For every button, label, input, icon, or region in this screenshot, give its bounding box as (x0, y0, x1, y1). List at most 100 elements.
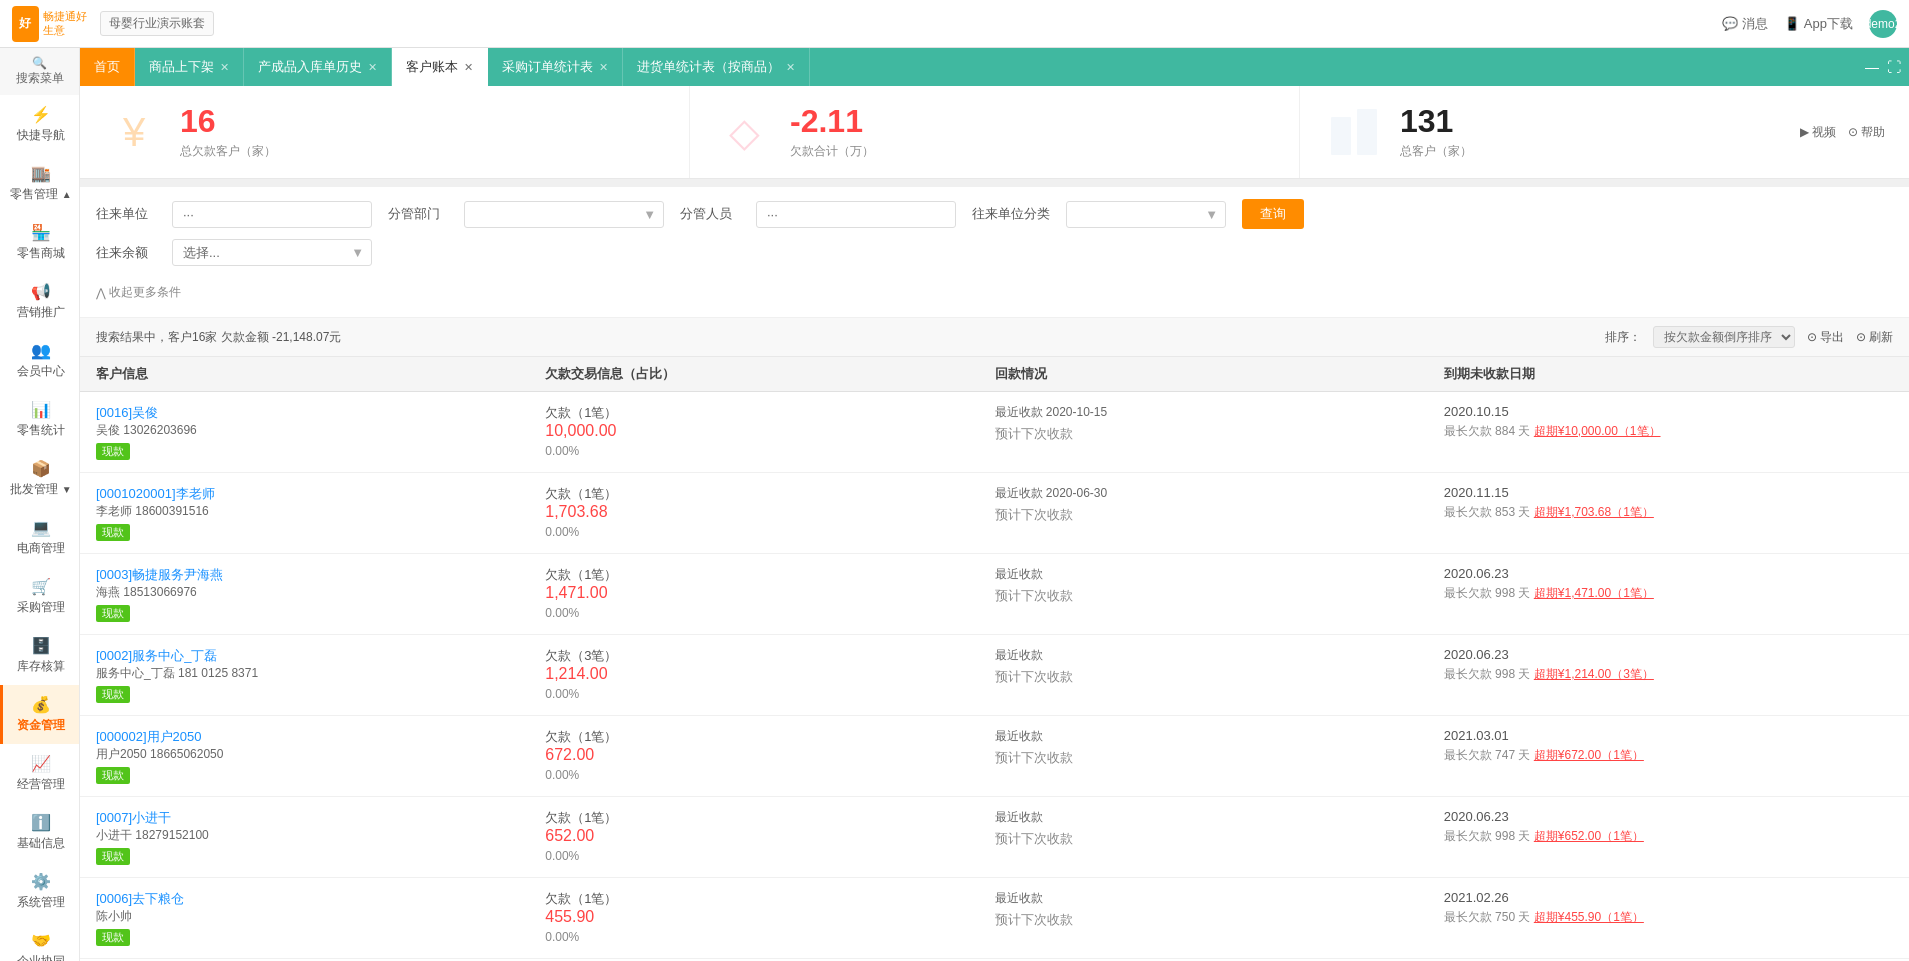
sidebar-item-retail-mall[interactable]: 🏪 零售商城 (0, 213, 79, 272)
overdue-link-3[interactable]: 超期¥1,214.00（3笔） (1534, 667, 1654, 681)
sidebar-item-purchase[interactable]: 🛒 采购管理 (0, 567, 79, 626)
marketing-icon: 📢 (7, 282, 75, 301)
tab-produce-history-close[interactable]: ✕ (368, 61, 377, 74)
next-payment-6: 预计下次收款 (995, 911, 1444, 929)
customer-name-6[interactable]: [0006]去下粮仓 (96, 890, 545, 908)
app-download-btn[interactable]: 📱 App下载 (1784, 15, 1853, 33)
search-icon: 🔍 (32, 56, 47, 70)
sort-select[interactable]: 按欠款金额倒序排序 (1653, 326, 1795, 348)
stat-card3-content: 131 总客户（家） (1400, 105, 1800, 160)
help-btn[interactable]: ⊙ 帮助 (1848, 124, 1885, 141)
col-header-due: 到期未收款日期 (1444, 365, 1893, 383)
sidebar-item-finance[interactable]: 💰 资金管理 (0, 685, 79, 744)
collapse-btn[interactable]: ⋀ 收起更多条件 (96, 280, 1893, 305)
stat-label-total: 总客户（家） (1400, 143, 1800, 160)
ecommerce-icon: 💻 (7, 518, 75, 537)
customer-name-1[interactable]: [0001020001]李老师 (96, 485, 545, 503)
sidebar-item-operation[interactable]: 📈 经营管理 (0, 744, 79, 803)
svg-rect-0 (1331, 117, 1351, 155)
unit-class-select[interactable] (1066, 201, 1226, 228)
tab-product-off[interactable]: 商品上下架 ✕ (135, 48, 244, 86)
person-input[interactable]: ··· (756, 201, 956, 228)
tab-customer-account-label: 客户账本 (406, 58, 458, 76)
last-payment-3: 最近收款 (995, 647, 1444, 664)
overdue-link-6[interactable]: 超期¥455.90（1笔） (1534, 910, 1644, 924)
export-label: 导出 (1820, 329, 1844, 346)
tabs-minimize-btn[interactable]: — (1865, 59, 1879, 75)
balance-select[interactable]: 选择... (172, 239, 372, 266)
overdue-link-4[interactable]: 超期¥672.00（1笔） (1534, 748, 1644, 762)
view-video-btn[interactable]: ▶ 视频 (1800, 124, 1836, 141)
owe-info-2: 欠款（1笔） 1,471.00 0.00% (545, 566, 994, 620)
tab-purchase-stat[interactable]: 采购订单统计表 ✕ (488, 48, 623, 86)
tab-customer-account[interactable]: 客户账本 ✕ (392, 48, 488, 86)
sidebar-purchase-label: 采购管理 (17, 600, 65, 614)
message-icon: 💬 (1722, 16, 1738, 31)
max-days-0: 最长欠款 884 天 (1444, 424, 1531, 438)
stat-label-owe-total: 欠款合计（万） (790, 143, 874, 160)
overdue-link-0[interactable]: 超期¥10,000.00（1笔） (1534, 424, 1661, 438)
sidebar-item-retail-mgmt[interactable]: 🏬 零售管理 ▲ (0, 154, 79, 213)
stat-val-total: 131 (1400, 105, 1800, 137)
result-bar: 搜索结果中，客户16家 欠款金额 -21,148.07元 排序： 按欠款金额倒序… (80, 318, 1909, 357)
tab-instock-stat[interactable]: 进货单统计表（按商品） ✕ (623, 48, 810, 86)
sidebar-item-batch-mgmt[interactable]: 📦 批发管理 ▼ (0, 449, 79, 508)
customer-name-5[interactable]: [0007]小进干 (96, 809, 545, 827)
tabs-expand-btn[interactable]: ⛶ (1887, 59, 1901, 75)
sidebar-item-inventory[interactable]: 🗄️ 库存核算 (0, 626, 79, 685)
last-payment-0: 最近收款 2020-10-15 (995, 404, 1444, 421)
owe-info-6: 欠款（1笔） 455.90 0.00% (545, 890, 994, 944)
tab-instock-stat-close[interactable]: ✕ (786, 61, 795, 74)
user-profile[interactable]: demo2 (1869, 10, 1897, 38)
sidebar-item-system[interactable]: ⚙️ 系统管理 (0, 862, 79, 921)
next-payment-0: 预计下次收款 (995, 425, 1444, 443)
customer-name-3[interactable]: [0002]服务中心_丁磊 (96, 647, 545, 665)
industry-select[interactable]: 母婴行业演示账套 (100, 11, 214, 36)
app-icon: 📱 (1784, 16, 1800, 31)
return-info-5: 最近收款 预计下次收款 (995, 809, 1444, 848)
customer-info-0: [0016]吴俊 吴俊 13026203696 现款 (96, 404, 545, 460)
customer-info-2: [0003]畅捷服务尹海燕 海燕 18513066976 现款 (96, 566, 545, 622)
next-payment-4: 预计下次收款 (995, 749, 1444, 767)
message-btn[interactable]: 💬 消息 (1722, 15, 1768, 33)
play-icon: ▶ (1800, 125, 1809, 139)
person-dots: ··· (767, 207, 778, 222)
sidebar-item-quick-nav[interactable]: ⚡ 快捷导航 (0, 95, 79, 154)
tab-customer-account-close[interactable]: ✕ (464, 61, 473, 74)
dept-select[interactable] (464, 201, 664, 228)
customer-name-4[interactable]: [000002]用户2050 (96, 728, 545, 746)
sidebar-item-ecommerce[interactable]: 💻 电商管理 (0, 508, 79, 567)
sidebar-item-retail-stat[interactable]: 📊 零售统计 (0, 390, 79, 449)
tab-product-off-close[interactable]: ✕ (220, 61, 229, 74)
owe-percent-1: 0.00% (545, 525, 994, 539)
customer-info-4: [000002]用户2050 用户2050 18665062050 现款 (96, 728, 545, 784)
owe-amount-6: 455.90 (545, 908, 994, 926)
max-days-1: 最长欠款 853 天 (1444, 505, 1531, 519)
overdue-link-2[interactable]: 超期¥1,471.00（1笔） (1534, 586, 1654, 600)
last-payment-6: 最近收款 (995, 890, 1444, 907)
top-right-actions: 💬 消息 📱 App下载 demo2 (1722, 10, 1897, 38)
sidebar-item-member[interactable]: 👥 会员中心 (0, 331, 79, 390)
refresh-btn[interactable]: ⊙ 刷新 (1856, 329, 1893, 346)
overdue-link-1[interactable]: 超期¥1,703.68（1笔） (1534, 505, 1654, 519)
overdue-link-5[interactable]: 超期¥652.00（1笔） (1534, 829, 1644, 843)
tab-purchase-stat-close[interactable]: ✕ (599, 61, 608, 74)
tab-produce-history[interactable]: 产成品入库单历史 ✕ (244, 48, 392, 86)
query-btn[interactable]: 查询 (1242, 199, 1304, 229)
customer-name-0[interactable]: [0016]吴俊 (96, 404, 545, 422)
owe-amount-0: 10,000.00 (545, 422, 994, 440)
owe-count-2: 欠款（1笔） (545, 566, 994, 584)
sidebar-item-basic-info[interactable]: ℹ️ 基础信息 (0, 803, 79, 862)
sidebar-system-label: 系统管理 (17, 895, 65, 909)
customer-name-2[interactable]: [0003]畅捷服务尹海燕 (96, 566, 545, 584)
next-payment-2: 预计下次收款 (995, 587, 1444, 605)
basic-info-icon: ℹ️ (7, 813, 75, 832)
export-btn[interactable]: ⊙ 导出 (1807, 329, 1844, 346)
sidebar-item-enterprise[interactable]: 🤝 企业协同 (0, 921, 79, 961)
search-menu-btn[interactable]: 🔍 搜索菜单 (0, 48, 79, 95)
tab-home[interactable]: 首页 (80, 48, 135, 86)
next-payment-5: 预计下次收款 (995, 830, 1444, 848)
max-days-5: 最长欠款 998 天 (1444, 829, 1531, 843)
sidebar-item-marketing[interactable]: 📢 营销推广 (0, 272, 79, 331)
from-unit-input[interactable]: ··· (172, 201, 372, 228)
